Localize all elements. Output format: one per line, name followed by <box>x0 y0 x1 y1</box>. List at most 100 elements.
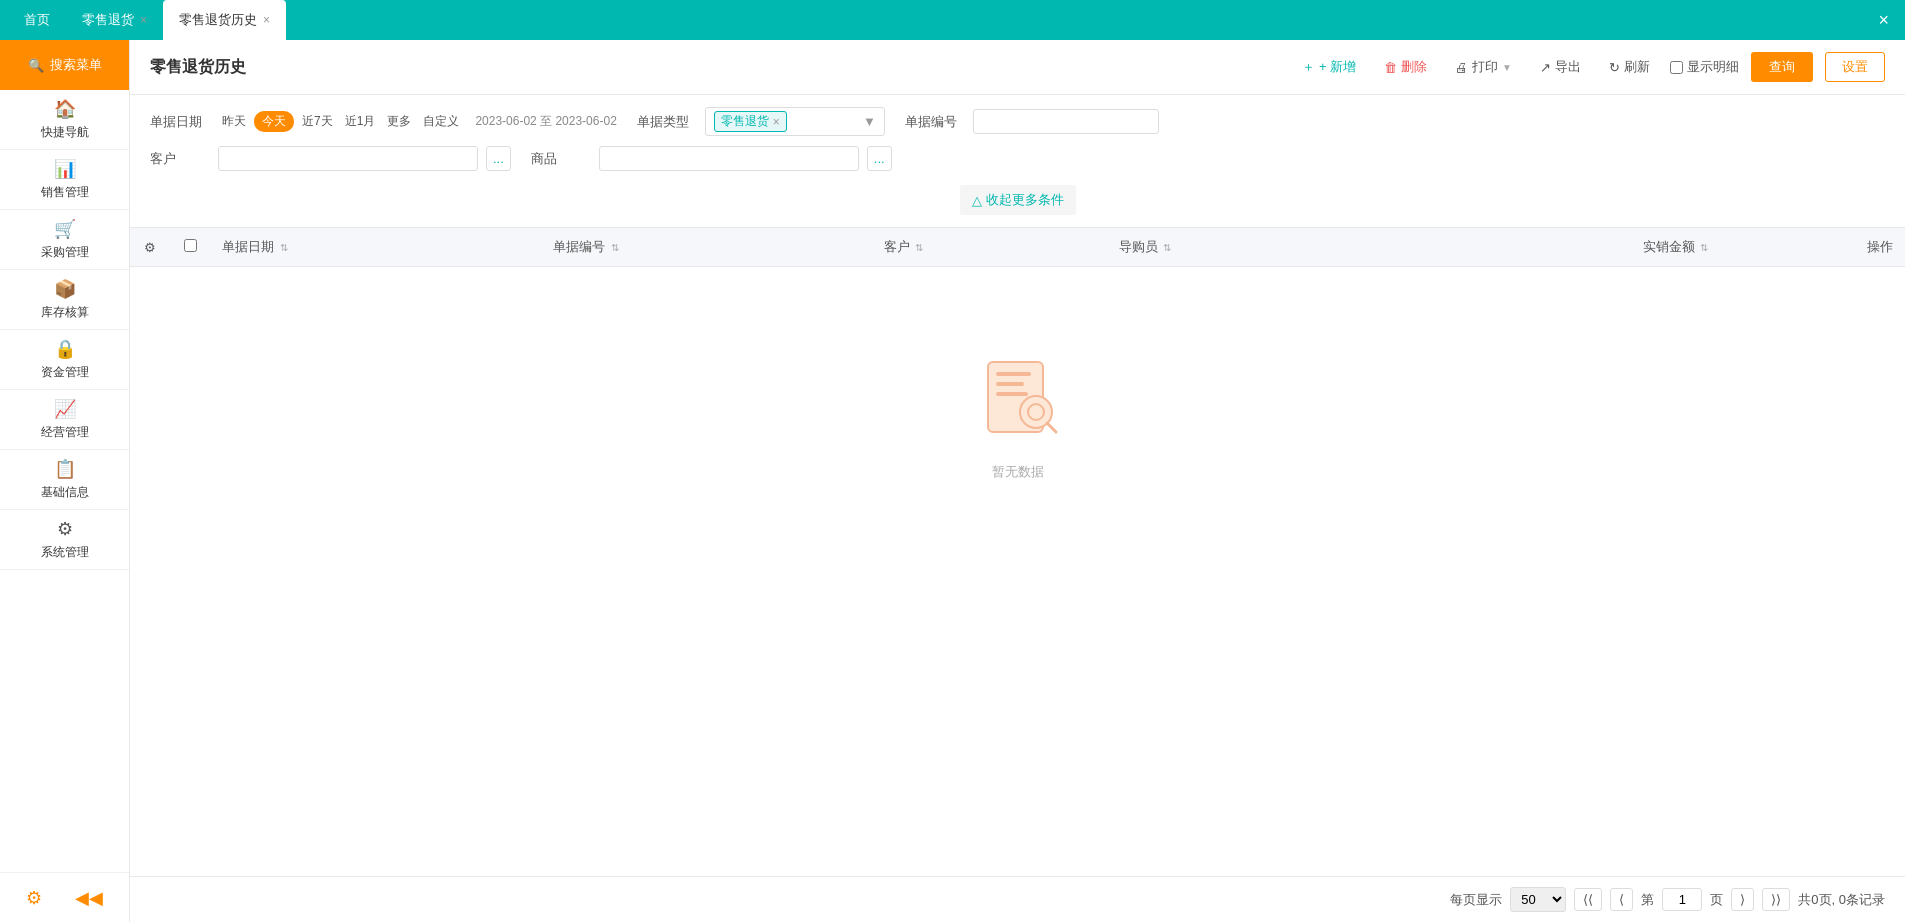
empty-state-text: 暂无数据 <box>992 463 1044 481</box>
sidebar-item-finance[interactable]: 🔒 资金管理 <box>0 330 129 390</box>
prev-page-button[interactable]: ⟨ <box>1610 888 1633 911</box>
date-opt-last7[interactable]: 近7天 <box>298 111 337 132</box>
sidebar-item-quick-nav-label: 快捷导航 <box>41 124 89 141</box>
table-area: ⚙ 单据日期 ⇅ 单据编号 ⇅ <box>130 228 1905 876</box>
date-opt-today[interactable]: 今天 <box>254 111 294 132</box>
th-checkbox[interactable] <box>170 228 210 267</box>
sidebar-item-inventory[interactable]: 📦 库存核算 <box>0 270 129 330</box>
refresh-label: 刷新 <box>1624 58 1650 76</box>
select-all-checkbox[interactable] <box>184 239 197 252</box>
sidebar-item-sales-mgmt[interactable]: 📊 销售管理 <box>0 150 129 210</box>
inventory-icon: 📦 <box>54 278 76 300</box>
sidebar-item-quick-nav[interactable]: 🏠 快捷导航 <box>0 90 129 150</box>
page-input[interactable] <box>1662 888 1702 911</box>
th-customer-label: 客户 <box>884 239 910 254</box>
query-button[interactable]: 查询 <box>1751 52 1813 82</box>
table-header-row: ⚙ 单据日期 ⇅ 单据编号 ⇅ <box>130 228 1905 267</box>
date-opt-custom[interactable]: 自定义 <box>419 111 463 132</box>
customer-ellipsis-button[interactable]: ... <box>486 146 511 171</box>
tab-home[interactable]: 首页 <box>8 0 66 40</box>
tab-retail-return[interactable]: 零售退货 × <box>66 0 163 40</box>
doc-type-arrow-icon: ▼ <box>863 114 876 129</box>
doc-type-select[interactable]: 零售退货 × ▼ <box>705 107 885 136</box>
collapse-button[interactable]: △ 收起更多条件 <box>960 185 1076 215</box>
doc-type-filter: 单据类型 零售退货 × ▼ <box>637 107 885 136</box>
next-page-button[interactable]: ⟩ <box>1731 888 1754 911</box>
th-actual-amount-sort-icon: ⇅ <box>1700 242 1708 253</box>
doc-type-tag-remove[interactable]: × <box>773 115 780 129</box>
th-action-label: 操作 <box>1867 239 1893 254</box>
customer-input[interactable] <box>218 146 478 171</box>
page-size-select[interactable]: 50 10 20 100 <box>1510 887 1566 912</box>
goods-input[interactable] <box>599 146 859 171</box>
last-page-button[interactable]: ⟩⟩ <box>1762 888 1790 911</box>
date-opt-yesterday[interactable]: 昨天 <box>218 111 250 132</box>
doc-no-filter: 单据编号 <box>905 109 1159 134</box>
tab-retail-return-history[interactable]: 零售退货历史 × <box>163 0 286 40</box>
th-customer-sort-icon: ⇅ <box>915 242 923 253</box>
th-actual-amount[interactable]: 实销金额 ⇅ <box>1390 228 1721 267</box>
sidebar-item-basic-info-label: 基础信息 <box>41 484 89 501</box>
sidebar-item-finance-label: 资金管理 <box>41 364 89 381</box>
sidebar-search[interactable]: 🔍 搜索菜单 <box>0 40 129 90</box>
th-settings[interactable]: ⚙ <box>130 228 170 267</box>
window-close-button[interactable]: × <box>1878 10 1889 31</box>
delete-label: 删除 <box>1401 58 1427 76</box>
th-guide[interactable]: 导购员 ⇅ <box>1107 228 1390 267</box>
sidebar-item-purchase-mgmt[interactable]: 🛒 采购管理 <box>0 210 129 270</box>
sidebar-item-system-mgmt[interactable]: ⚙ 系统管理 <box>0 510 129 570</box>
delete-button[interactable]: 🗑 删除 <box>1376 54 1435 80</box>
filter-row-2: 客户 ... 商品 ... <box>150 146 1885 171</box>
sidebar-item-operations-label: 经营管理 <box>41 424 89 441</box>
export-button[interactable]: ↗ 导出 <box>1532 54 1589 80</box>
tab-retail-return-history-close[interactable]: × <box>263 13 270 27</box>
data-table: ⚙ 单据日期 ⇅ 单据编号 ⇅ <box>130 228 1905 267</box>
sound-bottom-icon[interactable]: ◀◀ <box>75 887 103 909</box>
date-filter-label: 单据日期 <box>150 113 210 131</box>
goods-ellipsis-button[interactable]: ... <box>867 146 892 171</box>
svg-rect-1 <box>996 372 1031 376</box>
customer-label: 客户 <box>150 150 210 168</box>
new-button[interactable]: ＋ + 新增 <box>1294 54 1364 80</box>
settings-button[interactable]: 设置 <box>1825 52 1885 82</box>
collapse-icon: △ <box>972 193 982 208</box>
settings-bottom-icon[interactable]: ⚙ <box>26 887 42 909</box>
system-mgmt-icon: ⚙ <box>57 518 73 540</box>
th-doc-date-label: 单据日期 <box>222 239 274 254</box>
tab-retail-return-close[interactable]: × <box>140 13 147 27</box>
sidebar: 🔍 搜索菜单 🏠 快捷导航 📊 销售管理 🛒 采购管理 📦 库存核算 🔒 资金管… <box>0 40 130 922</box>
basic-info-icon: 📋 <box>54 458 76 480</box>
svg-rect-3 <box>996 392 1028 396</box>
date-opt-last-month[interactable]: 近1月 <box>341 111 380 132</box>
svg-rect-2 <box>996 382 1024 386</box>
sidebar-item-system-mgmt-label: 系统管理 <box>41 544 89 561</box>
print-arrow-icon: ▼ <box>1502 62 1512 73</box>
top-bar: 首页 零售退货 × 零售退货历史 × × <box>0 0 1905 40</box>
filter-row-1: 单据日期 昨天 今天 近7天 近1月 更多 自定义 2023-06-02 至 2… <box>150 107 1885 136</box>
table-header: ⚙ 单据日期 ⇅ 单据编号 ⇅ <box>130 228 1905 267</box>
th-customer[interactable]: 客户 ⇅ <box>872 228 1107 267</box>
pagination: 每页显示 50 10 20 100 ⟨⟨ ⟨ 第 页 ⟩ ⟩⟩ 共0页, 0条记… <box>130 876 1905 922</box>
date-opt-more[interactable]: 更多 <box>383 111 415 132</box>
th-doc-no[interactable]: 单据编号 ⇅ <box>541 228 872 267</box>
settings-icon[interactable]: ⚙ <box>144 240 156 255</box>
th-doc-no-label: 单据编号 <box>553 239 605 254</box>
doc-no-input[interactable] <box>973 109 1159 134</box>
th-doc-no-sort-icon: ⇅ <box>611 242 619 253</box>
operations-icon: 📈 <box>54 398 76 420</box>
first-page-button[interactable]: ⟨⟨ <box>1574 888 1602 911</box>
doc-type-tag: 零售退货 × <box>714 111 787 132</box>
date-range-text: 2023-06-02 至 2023-06-02 <box>475 113 616 130</box>
th-actual-amount-label: 实销金额 <box>1643 239 1695 254</box>
sidebar-item-basic-info[interactable]: 📋 基础信息 <box>0 450 129 510</box>
print-button[interactable]: 🖨 打印 ▼ <box>1447 54 1520 80</box>
sidebar-item-operations[interactable]: 📈 经营管理 <box>0 390 129 450</box>
th-doc-date[interactable]: 单据日期 ⇅ <box>210 228 541 267</box>
page-size-label: 每页显示 <box>1450 891 1502 909</box>
date-filter: 单据日期 昨天 今天 近7天 近1月 更多 自定义 2023-06-02 至 2… <box>150 111 617 132</box>
doc-type-label: 单据类型 <box>637 113 697 131</box>
th-guide-sort-icon: ⇅ <box>1163 242 1171 253</box>
refresh-button[interactable]: ↻ 刷新 <box>1601 54 1658 80</box>
display-detail-checkbox[interactable] <box>1670 61 1683 74</box>
total-text: 共0页, 0条记录 <box>1798 891 1885 909</box>
